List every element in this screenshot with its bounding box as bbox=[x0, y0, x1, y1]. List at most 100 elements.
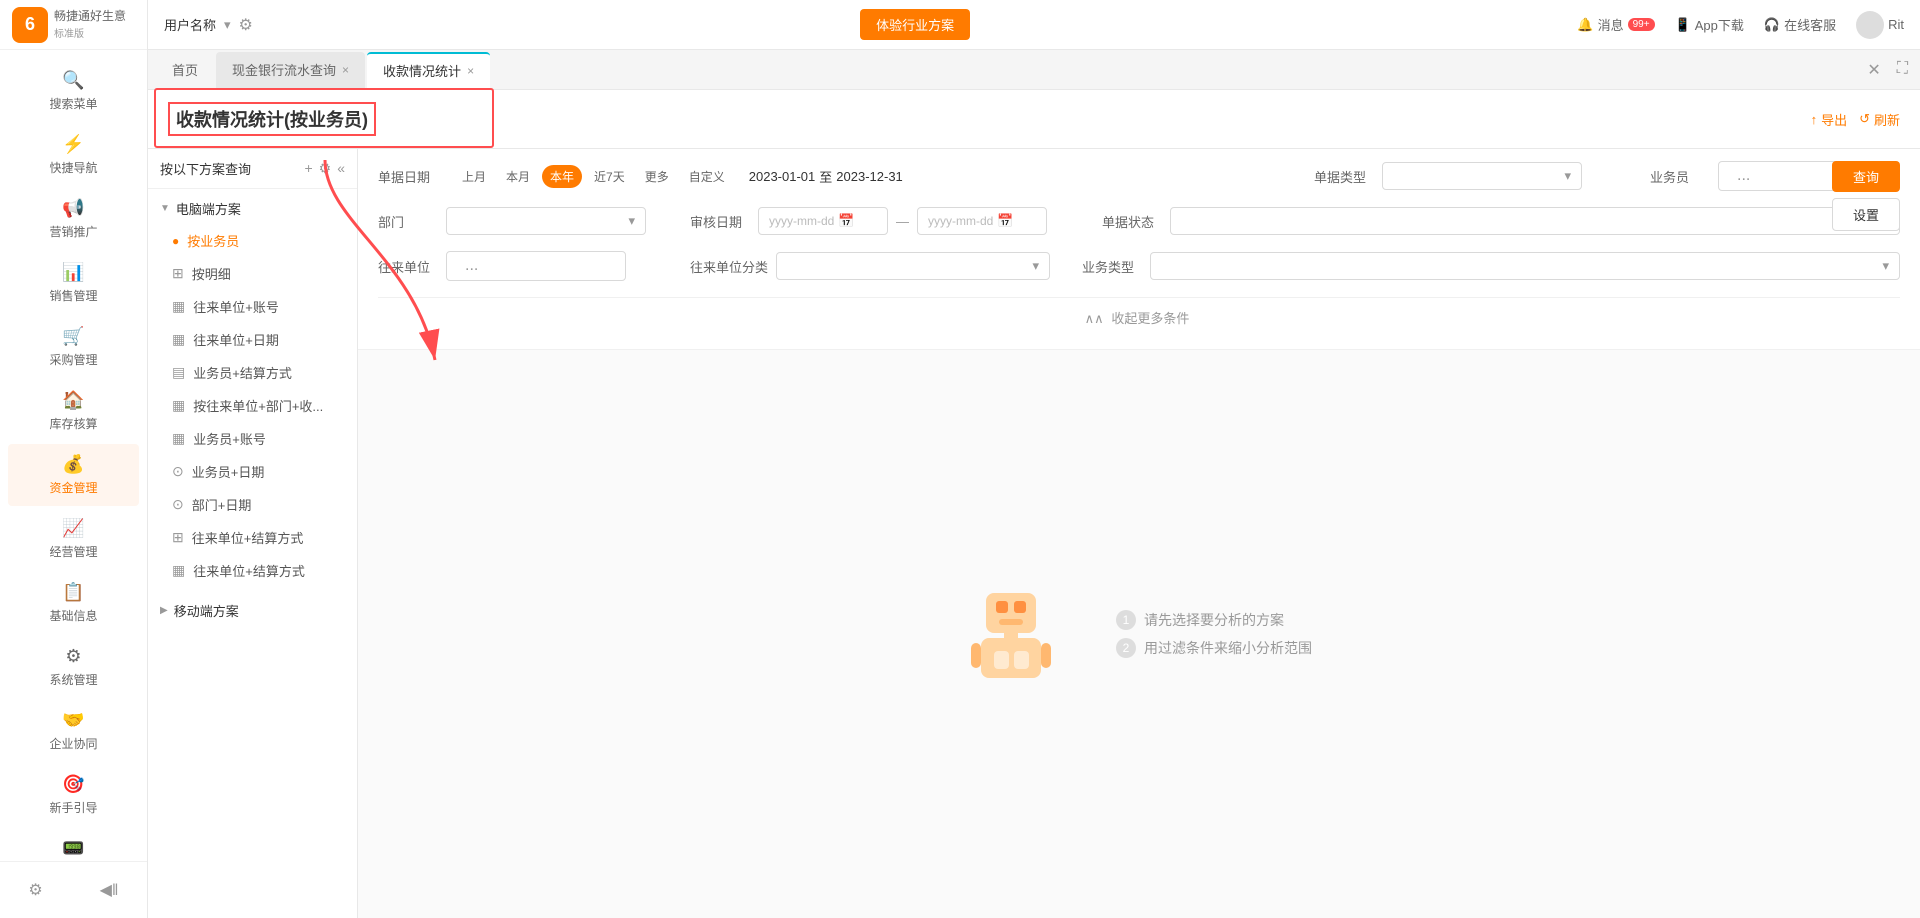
scheme-item-label: 往来单位+结算方式 bbox=[193, 561, 305, 580]
newbie-icon: 🎯 bbox=[62, 774, 84, 795]
scheme-item-icon: ▦ bbox=[172, 397, 185, 414]
counterpart-select[interactable]: ... bbox=[446, 251, 626, 281]
export-button[interactable]: ↑ 导出 bbox=[1811, 110, 1848, 129]
scheme-item-unit-dept[interactable]: ▦ 按往来单位+部门+收... bbox=[148, 389, 357, 422]
sidebar-item-operation[interactable]: 📈 经营管理 bbox=[8, 508, 139, 570]
sidebar-item-sales[interactable]: 📊 销售管理 bbox=[8, 252, 139, 314]
scheme-item-unit-settle1[interactable]: ⊞ 往来单位+结算方式 bbox=[148, 521, 357, 554]
section-arrow-collapsed-icon: ▶ bbox=[160, 605, 168, 616]
scheme-section-desktop[interactable]: ▼ 电脑端方案 bbox=[148, 193, 357, 224]
scheme-collapse-icon[interactable]: « bbox=[337, 160, 345, 177]
sidebar-item-system[interactable]: ⚙ 系统管理 bbox=[8, 636, 139, 698]
scheme-item-salesman-settle[interactable]: ▤ 业务员+结算方式 bbox=[148, 356, 357, 389]
scheme-item-unit-account[interactable]: ▦ 往来单位+账号 bbox=[148, 290, 357, 323]
message-badge: 99+ bbox=[1628, 18, 1655, 31]
counterpart-category-select[interactable]: ▾ bbox=[776, 252, 1050, 280]
scheme-section-mobile[interactable]: ▶ 移动端方案 bbox=[148, 595, 357, 626]
sidebar-item-purchase[interactable]: 🛒 采购管理 bbox=[8, 316, 139, 378]
scheme-item-salesman-account[interactable]: ▦ 业务员+账号 bbox=[148, 422, 357, 455]
trial-button[interactable]: 体验行业方案 bbox=[860, 9, 970, 40]
set-button[interactable]: 设置 bbox=[1832, 198, 1900, 231]
scheme-item-salesman[interactable]: ● 按业务员 bbox=[148, 224, 357, 257]
scheme-desktop-section: ▼ 电脑端方案 ● 按业务员 ⊞ 按明细 ▦ 往来单位+账号 bbox=[148, 189, 357, 591]
scheme-header: 按以下方案查询 + ⚙ « bbox=[148, 149, 357, 189]
sidebar-item-basic[interactable]: 📋 基础信息 bbox=[8, 572, 139, 634]
sidebar-item-label: 搜索菜单 bbox=[49, 95, 97, 112]
scheme-item-salesman-date[interactable]: ⊙ 业务员+日期 bbox=[148, 455, 357, 488]
messages-action[interactable]: 🔔 消息 99+ bbox=[1577, 15, 1654, 34]
scheme-item-label: 部门+日期 bbox=[192, 495, 252, 514]
refresh-button[interactable]: ↺ 刷新 bbox=[1859, 110, 1900, 129]
header-left: 用户名称 ▾ ⚙ bbox=[164, 15, 253, 35]
tab-home[interactable]: 首页 bbox=[156, 52, 214, 88]
date-shortcut-7days[interactable]: 近7天 bbox=[586, 165, 633, 188]
collapse-chevron-icon: ∧∧ bbox=[1085, 311, 1104, 326]
purchase-icon: 🛒 bbox=[62, 326, 84, 347]
sidebar-item-inventory[interactable]: 🏠 库存核算 bbox=[8, 380, 139, 442]
voucher-status-select[interactable]: ▾ bbox=[1170, 207, 1900, 235]
export-icon: ↑ bbox=[1811, 112, 1818, 127]
sidebar-item-marketing[interactable]: 📢 营销推广 bbox=[8, 188, 139, 250]
date-filter-label: 单据日期 bbox=[378, 167, 438, 186]
empty-step-1: 1 请先选择要分析的方案 bbox=[1116, 606, 1312, 634]
maximize-window-btn[interactable]: ⛶ bbox=[1893, 56, 1912, 84]
sidebar-item-label: 基础信息 bbox=[49, 607, 97, 624]
date-separator: — bbox=[896, 214, 909, 229]
scheme-add-icon[interactable]: + bbox=[304, 160, 312, 177]
scheme-item-icon: ⊞ bbox=[172, 265, 184, 282]
header-gear-icon[interactable]: ⚙ bbox=[239, 15, 253, 35]
date-shortcut-last-month[interactable]: 上月 bbox=[454, 165, 494, 188]
settings-bottom-btn[interactable]: ⚙ bbox=[22, 874, 48, 906]
audit-date-to-picker[interactable]: yyyy-mm-dd 📅 bbox=[917, 207, 1047, 235]
audit-date-label: 审核日期 bbox=[690, 212, 750, 231]
scheme-item-label: 按业务员 bbox=[187, 231, 239, 250]
tabs-bar: 首页 现金银行流水查询 × 收款情况统计 × ✕ ⛶ bbox=[148, 50, 1920, 90]
date-shortcut-this-month[interactable]: 本月 bbox=[498, 165, 538, 188]
filter-row-1: 单据日期 上月 本月 本年 近7天 更多 自定义 2023-01-01 至 bbox=[378, 161, 1900, 191]
page-title: 收款情况统计(按业务员) bbox=[168, 102, 376, 136]
receipts-tab-close[interactable]: × bbox=[467, 64, 474, 78]
scheme-item-dept-date[interactable]: ⊙ 部门+日期 bbox=[148, 488, 357, 521]
sidebar-nav: 🔍 搜索菜单 ⚡ 快捷导航 📢 营销推广 📊 销售管理 🛒 采购管理 🏠 bbox=[0, 50, 147, 861]
counterpart-more-icon[interactable]: ... bbox=[461, 257, 482, 275]
date-range-display: 2023-01-01 至 2023-12-31 bbox=[749, 167, 903, 186]
biz-type-select[interactable]: ▾ bbox=[1150, 252, 1900, 280]
scheme-settings-icon[interactable]: ⚙ bbox=[319, 160, 332, 177]
tab-receipts[interactable]: 收款情况统计 × bbox=[367, 52, 490, 88]
sidebar-item-newbie[interactable]: 🎯 新手引导 bbox=[8, 764, 139, 826]
dept-select[interactable]: ▾ bbox=[446, 207, 646, 235]
window-controls: ✕ ⛶ bbox=[1863, 56, 1912, 84]
voucher-type-select[interactable]: ▾ bbox=[1382, 162, 1582, 190]
collapse-sidebar-btn[interactable]: ◀‖ bbox=[94, 874, 125, 906]
empty-step-2: 2 用过滤条件来缩小分析范围 bbox=[1116, 634, 1312, 662]
scheme-item-detail[interactable]: ⊞ 按明细 bbox=[148, 257, 357, 290]
sidebar-item-collab[interactable]: 🤝 企业协同 bbox=[8, 700, 139, 762]
calendar-to-icon: 📅 bbox=[997, 213, 1013, 229]
scheme-item-icon: ▦ bbox=[172, 298, 185, 315]
tab-cashflow[interactable]: 现金银行流水查询 × bbox=[216, 52, 365, 88]
close-window-btn[interactable]: ✕ bbox=[1863, 56, 1884, 84]
header-chevron-icon[interactable]: ▾ bbox=[224, 17, 231, 33]
audit-date-from-picker[interactable]: yyyy-mm-dd 📅 bbox=[758, 207, 888, 235]
user-profile-action[interactable]: Rit bbox=[1856, 11, 1904, 39]
sidebar-item-quicknav[interactable]: ⚡ 快捷导航 bbox=[8, 124, 139, 186]
collapse-bar[interactable]: ∧∧ 收起更多条件 bbox=[378, 297, 1900, 337]
query-button[interactable]: 查询 bbox=[1832, 161, 1900, 192]
date-shortcut-more[interactable]: 更多 bbox=[637, 165, 677, 188]
date-shortcut-custom[interactable]: 自定义 bbox=[681, 165, 733, 188]
sidebar-item-finance[interactable]: 💰 资金管理 bbox=[8, 444, 139, 506]
scheme-item-unit-date[interactable]: ▦ 往来单位+日期 bbox=[148, 323, 357, 356]
date-shortcut-this-year[interactable]: 本年 bbox=[542, 165, 582, 188]
online-service-action[interactable]: 🎧 在线客服 bbox=[1764, 15, 1836, 34]
cashflow-tab-close[interactable]: × bbox=[342, 63, 349, 77]
dept-chevron-icon: ▾ bbox=[628, 213, 635, 229]
operation-icon: 📈 bbox=[62, 518, 84, 539]
salesman-more-icon[interactable]: ... bbox=[1733, 167, 1754, 185]
sidebar-item-hardware[interactable]: 📟 智能硬件 bbox=[8, 828, 139, 861]
sidebar-item-search[interactable]: 🔍 搜索菜单 bbox=[8, 60, 139, 122]
content-area: 按以下方案查询 + ⚙ « ▼ 电脑端方案 ● 按业务员 bbox=[148, 149, 1920, 918]
scheme-item-unit-settle2[interactable]: ▦ 往来单位+结算方式 bbox=[148, 554, 357, 587]
logo-name: 畅捷通好生意 bbox=[54, 9, 126, 25]
app-download-action[interactable]: 📱 App下载 bbox=[1675, 15, 1744, 34]
results-area: 1 请先选择要分析的方案 2 用过滤条件来缩小分析范围 bbox=[358, 350, 1920, 918]
